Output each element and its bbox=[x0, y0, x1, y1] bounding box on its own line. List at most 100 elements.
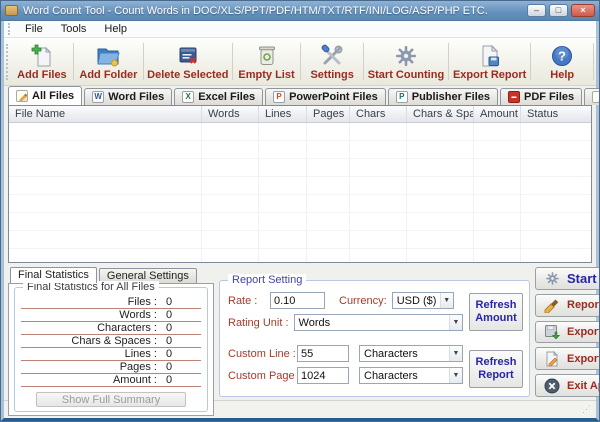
window-title: Word Count Tool - Count Words in DOC/XLS… bbox=[23, 5, 522, 17]
show-full-summary-button[interactable]: Show Full Summary bbox=[36, 392, 186, 407]
spacer bbox=[228, 335, 463, 344]
custom-page-row: Custom Page : Characters ▼ bbox=[228, 366, 463, 385]
action-label: Exit Application bbox=[567, 380, 600, 392]
refresh-report-button[interactable]: Refresh Report bbox=[469, 350, 523, 388]
toolbar-help[interactable]: ? Help bbox=[533, 39, 591, 84]
toolbar-label: Add Files bbox=[17, 69, 67, 81]
refresh-amount-button[interactable]: Refresh Amount bbox=[469, 293, 523, 331]
stat-label: Words : bbox=[21, 309, 157, 321]
powerpoint-file-icon: P bbox=[273, 91, 285, 103]
tab-all-files[interactable]: All Files bbox=[8, 86, 82, 105]
column-header-words[interactable]: Words bbox=[202, 106, 259, 122]
column-header-chars-spaces[interactable]: Chars & Spaces bbox=[407, 106, 474, 122]
tab-powerpoint-files[interactable]: P PowerPoint Files bbox=[265, 88, 386, 105]
toolbar-separator bbox=[593, 43, 594, 80]
empty-list-icon bbox=[256, 42, 278, 68]
custom-line-unit-select[interactable]: Characters ▼ bbox=[359, 345, 463, 362]
stat-label: Amount : bbox=[21, 374, 157, 386]
action-label: Export Report bbox=[567, 353, 600, 365]
chevron-down-icon: ▼ bbox=[449, 315, 462, 330]
tab-excel-files[interactable]: X Excel Files bbox=[174, 88, 263, 105]
maximize-button[interactable]: □ bbox=[549, 4, 568, 17]
column-header-pages[interactable]: Pages bbox=[307, 106, 350, 122]
add-files-icon bbox=[30, 42, 54, 68]
toolbar-empty-list[interactable]: Empty List bbox=[235, 39, 299, 84]
custom-page-input[interactable] bbox=[297, 367, 349, 384]
tab-word-files[interactable]: W Word Files bbox=[84, 88, 172, 105]
action-label: Export Statistics bbox=[567, 326, 600, 338]
currency-select[interactable]: USD ($) ▼ bbox=[392, 292, 454, 309]
bottom-panel: Final Statistics General Settings Final … bbox=[4, 263, 596, 400]
toolbar-settings[interactable]: Settings bbox=[303, 39, 361, 84]
toolbar-grip bbox=[6, 44, 9, 80]
tab-label: All Files bbox=[32, 90, 74, 102]
custom-line-row: Custom Line : Characters ▼ bbox=[228, 344, 463, 363]
close-button[interactable]: × bbox=[571, 4, 595, 17]
column-header-status[interactable]: Status bbox=[521, 106, 591, 122]
title-bar[interactable]: Word Count Tool - Count Words in DOC/XLS… bbox=[1, 1, 599, 21]
excel-file-icon: X bbox=[182, 91, 194, 103]
stat-row-chars-spaces: Chars & Spaces : 0 bbox=[21, 335, 201, 348]
export-report-pencil-icon bbox=[544, 351, 560, 367]
toolbar-start-counting[interactable]: Start Counting bbox=[366, 39, 446, 84]
exit-application-button[interactable]: Exit Application bbox=[535, 374, 600, 397]
toolbar-label: Settings bbox=[310, 69, 353, 81]
column-grid bbox=[9, 123, 202, 262]
chevron-down-icon: ▼ bbox=[449, 346, 462, 361]
stat-label: Lines : bbox=[21, 348, 157, 360]
stat-value: 0 bbox=[157, 361, 201, 373]
menu-grip bbox=[8, 23, 11, 35]
tab-publisher-files[interactable]: P Publisher Files bbox=[388, 88, 498, 105]
rating-unit-select[interactable]: Words ▼ bbox=[294, 314, 463, 331]
export-statistics-button[interactable]: Export Statistics bbox=[535, 321, 600, 344]
toolbar-separator bbox=[300, 43, 301, 80]
resize-grip-icon[interactable]: ⋰ bbox=[582, 404, 592, 415]
other-file-icon bbox=[592, 91, 600, 103]
custom-line-label: Custom Line : bbox=[228, 348, 297, 360]
stat-row-files: Files : 0 bbox=[21, 296, 201, 309]
menu-help[interactable]: Help bbox=[96, 22, 135, 36]
toolbar-label: Export Report bbox=[453, 69, 526, 81]
export-statistics-icon bbox=[544, 324, 560, 340]
toolbar-delete-selected[interactable]: Delete Selected bbox=[146, 39, 230, 84]
rate-row: Rate : Currency: USD ($) ▼ bbox=[228, 291, 463, 310]
toolbar-separator bbox=[232, 43, 233, 80]
tab-final-statistics[interactable]: Final Statistics bbox=[10, 267, 97, 283]
export-report-button[interactable]: Export Report bbox=[535, 347, 600, 370]
final-statistics-panel: Final Statistics for All Files Files : 0… bbox=[8, 283, 214, 416]
file-list-body[interactable] bbox=[9, 123, 591, 262]
column-header-chars[interactable]: Chars bbox=[350, 106, 407, 122]
tab-label: Excel Files bbox=[198, 91, 255, 103]
file-list-table[interactable]: File Name Words Lines Pages Chars Chars … bbox=[8, 105, 592, 263]
report-cleaner-button[interactable]: Report Cleaner bbox=[535, 294, 600, 317]
column-grid bbox=[521, 123, 591, 262]
chevron-down-icon: ▼ bbox=[440, 293, 453, 308]
column-grid bbox=[350, 123, 407, 262]
app-icon bbox=[5, 5, 18, 16]
toolbar-export-report[interactable]: Export Report bbox=[451, 39, 529, 84]
stat-row-lines: Lines : 0 bbox=[21, 348, 201, 361]
menu-file[interactable]: File bbox=[17, 22, 51, 36]
currency-label: Currency: bbox=[339, 295, 387, 307]
minimize-button[interactable]: – bbox=[527, 4, 546, 17]
toolbar-add-files[interactable]: Add Files bbox=[13, 39, 71, 84]
toolbar-label: Delete Selected bbox=[147, 69, 228, 81]
stat-value: 0 bbox=[157, 335, 201, 347]
custom-line-input[interactable] bbox=[297, 345, 349, 362]
stat-value: 0 bbox=[157, 348, 201, 360]
column-header-file-name[interactable]: File Name bbox=[9, 106, 202, 122]
column-header-lines[interactable]: Lines bbox=[259, 106, 307, 122]
stat-value: 0 bbox=[157, 322, 201, 334]
export-report-icon bbox=[478, 42, 502, 68]
column-header-amount[interactable]: Amount bbox=[474, 106, 521, 122]
custom-page-unit-select[interactable]: Characters ▼ bbox=[359, 367, 463, 384]
rate-input[interactable] bbox=[270, 292, 325, 309]
word-file-icon: W bbox=[92, 91, 104, 103]
menu-tools[interactable]: Tools bbox=[53, 22, 95, 36]
start-counting-button[interactable]: Start Counting bbox=[535, 267, 600, 290]
tab-other-files[interactable]: Other Files bbox=[584, 88, 600, 105]
tab-pdf-files[interactable]: ▬ PDF Files bbox=[500, 88, 582, 105]
currency-value: USD ($) bbox=[397, 295, 437, 307]
menu-bar: File Tools Help bbox=[4, 21, 596, 38]
toolbar-add-folder[interactable]: Add Folder bbox=[76, 39, 141, 84]
